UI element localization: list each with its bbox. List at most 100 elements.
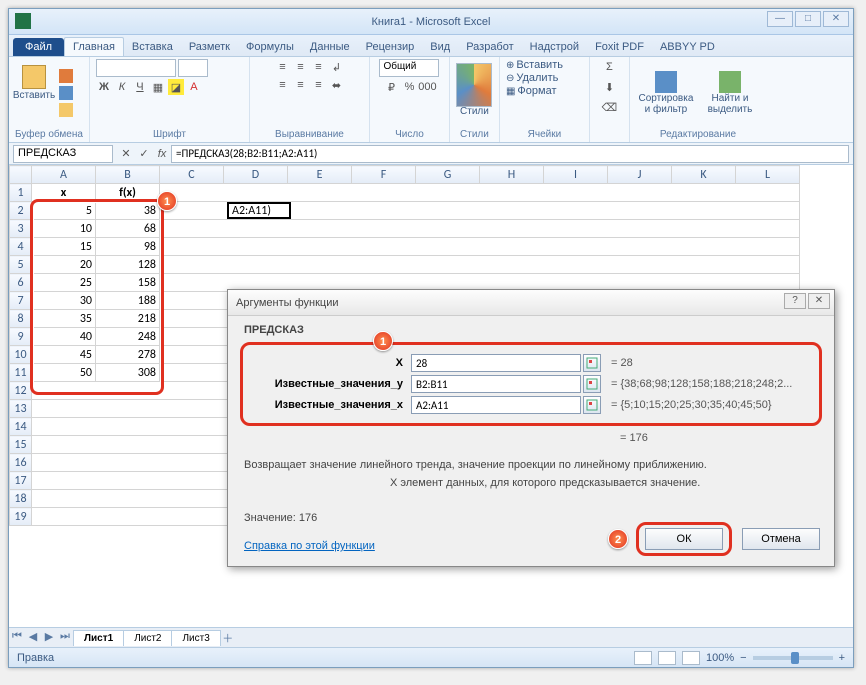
fx-button[interactable]: fx	[153, 145, 171, 163]
cell[interactable]: 248	[96, 328, 160, 346]
arg-kx-input[interactable]	[411, 396, 581, 414]
active-cell-editor[interactable]: A2:A11)	[227, 202, 291, 219]
cell[interactable]: 68	[96, 220, 160, 238]
col-header[interactable]: A	[32, 166, 96, 184]
bold-button[interactable]: Ж	[96, 79, 112, 95]
row-header[interactable]: 18	[10, 490, 32, 508]
border-button[interactable]: ▦	[150, 79, 166, 95]
cut-icon[interactable]	[59, 69, 73, 83]
row-header[interactable]: 6	[10, 274, 32, 292]
cell[interactable]: 128	[96, 256, 160, 274]
row-header[interactable]: 8	[10, 310, 32, 328]
cell[interactable]: 40	[32, 328, 96, 346]
cell[interactable]: 45	[32, 346, 96, 364]
row-header[interactable]: 17	[10, 472, 32, 490]
cell[interactable]: 188	[96, 292, 160, 310]
cell[interactable]: 158	[96, 274, 160, 292]
sheet-tab[interactable]: Лист1	[73, 630, 124, 646]
cell[interactable]: 278	[96, 346, 160, 364]
format-painter-icon[interactable]	[59, 103, 73, 117]
cancel-button[interactable]: Отмена	[742, 528, 820, 550]
arg-x-input[interactable]	[411, 354, 581, 372]
tab-foxit[interactable]: Foxit PDF	[587, 38, 652, 56]
currency-button[interactable]: ₽	[383, 79, 399, 95]
align-left-button[interactable]: ≡	[274, 77, 290, 93]
tab-dev[interactable]: Разработ	[458, 38, 521, 56]
styles-button[interactable]: Стили	[456, 63, 493, 123]
percent-button[interactable]: %	[401, 79, 417, 95]
cell[interactable]: 30	[32, 292, 96, 310]
cell[interactable]: 15	[32, 238, 96, 256]
sheet-nav-last[interactable]: ⏭	[57, 630, 73, 646]
cell[interactable]: 38	[96, 202, 160, 220]
row-header[interactable]: 14	[10, 418, 32, 436]
name-box[interactable]: ПРЕДСКАЗ	[13, 145, 113, 163]
col-header[interactable]: D	[224, 166, 288, 184]
ok-button[interactable]: ОК	[645, 528, 723, 550]
col-header[interactable]: G	[416, 166, 480, 184]
view-layout-button[interactable]	[658, 651, 676, 665]
find-select-button[interactable]: Найти и выделить	[700, 71, 760, 115]
row-header[interactable]: 13	[10, 400, 32, 418]
formula-input[interactable]: =ПРЕДСКАЗ(28;B2:B11;A2:A11)	[171, 145, 849, 163]
cancel-formula-button[interactable]: ✕	[117, 145, 135, 163]
help-link[interactable]: Справка по этой функции	[244, 540, 375, 552]
sheet-nav-next[interactable]: ▶	[41, 630, 57, 646]
arg-y-input[interactable]	[411, 375, 581, 393]
new-sheet-button[interactable]: ＋	[220, 630, 236, 646]
align-top-button[interactable]: ≡	[274, 59, 290, 75]
row-header[interactable]: 2	[10, 202, 32, 220]
sheet-tab[interactable]: Лист2	[123, 630, 172, 646]
cell[interactable]: 98	[96, 238, 160, 256]
cell[interactable]: f(x)	[96, 184, 160, 202]
row-header[interactable]: 5	[10, 256, 32, 274]
sheet-nav-first[interactable]: ⏮	[9, 630, 25, 646]
underline-button[interactable]: Ч	[132, 79, 148, 95]
copy-icon[interactable]	[59, 86, 73, 100]
col-header[interactable]: B	[96, 166, 160, 184]
maximize-button[interactable]: □	[795, 11, 821, 27]
tab-file[interactable]: Файл	[13, 38, 64, 56]
insert-cells-button[interactable]: ⊕ Вставить	[506, 59, 563, 71]
col-header[interactable]: F	[352, 166, 416, 184]
col-header[interactable]: K	[672, 166, 736, 184]
col-header[interactable]: E	[288, 166, 352, 184]
cell[interactable]: 50	[32, 364, 96, 382]
minimize-button[interactable]: —	[767, 11, 793, 27]
italic-button[interactable]: К	[114, 79, 130, 95]
cell[interactable]: 5	[32, 202, 96, 220]
range-picker-button[interactable]	[583, 396, 601, 414]
tab-insert[interactable]: Вставка	[124, 38, 181, 56]
align-center-button[interactable]: ≡	[292, 77, 308, 93]
select-all-button[interactable]	[10, 166, 32, 184]
dialog-close-button[interactable]: ✕	[808, 293, 830, 309]
clear-button[interactable]: ⌫	[601, 99, 617, 115]
row-header[interactable]: 10	[10, 346, 32, 364]
fill-button[interactable]: ⬇	[601, 79, 617, 95]
cell[interactable]: 25	[32, 274, 96, 292]
cell[interactable]: 218	[96, 310, 160, 328]
tab-layout[interactable]: Разметк	[181, 38, 238, 56]
format-cells-button[interactable]: ▦ Формат	[506, 85, 557, 97]
sheet-nav-prev[interactable]: ◀	[25, 630, 41, 646]
col-header[interactable]: H	[480, 166, 544, 184]
delete-cells-button[interactable]: ⊖ Удалить	[506, 72, 558, 84]
row-header[interactable]: 16	[10, 454, 32, 472]
tab-review[interactable]: Рецензир	[358, 38, 423, 56]
dialog-titlebar[interactable]: Аргументы функции ? ✕	[228, 290, 834, 316]
zoom-out-button[interactable]: −	[740, 652, 746, 664]
tab-abbyy[interactable]: ABBYY PD	[652, 38, 723, 56]
cell[interactable]: 10	[32, 220, 96, 238]
cell[interactable]: 20	[32, 256, 96, 274]
col-header[interactable]: L	[736, 166, 800, 184]
zoom-slider[interactable]	[753, 656, 833, 660]
tab-formulas[interactable]: Формулы	[238, 38, 302, 56]
row-header[interactable]: 15	[10, 436, 32, 454]
align-right-button[interactable]: ≡	[310, 77, 326, 93]
sort-filter-button[interactable]: Сортировка и фильтр	[636, 71, 696, 115]
close-button[interactable]: ✕	[823, 11, 849, 27]
autosum-button[interactable]: Σ	[601, 59, 617, 75]
tab-view[interactable]: Вид	[422, 38, 458, 56]
align-bot-button[interactable]: ≡	[310, 59, 326, 75]
view-pagebreak-button[interactable]	[682, 651, 700, 665]
